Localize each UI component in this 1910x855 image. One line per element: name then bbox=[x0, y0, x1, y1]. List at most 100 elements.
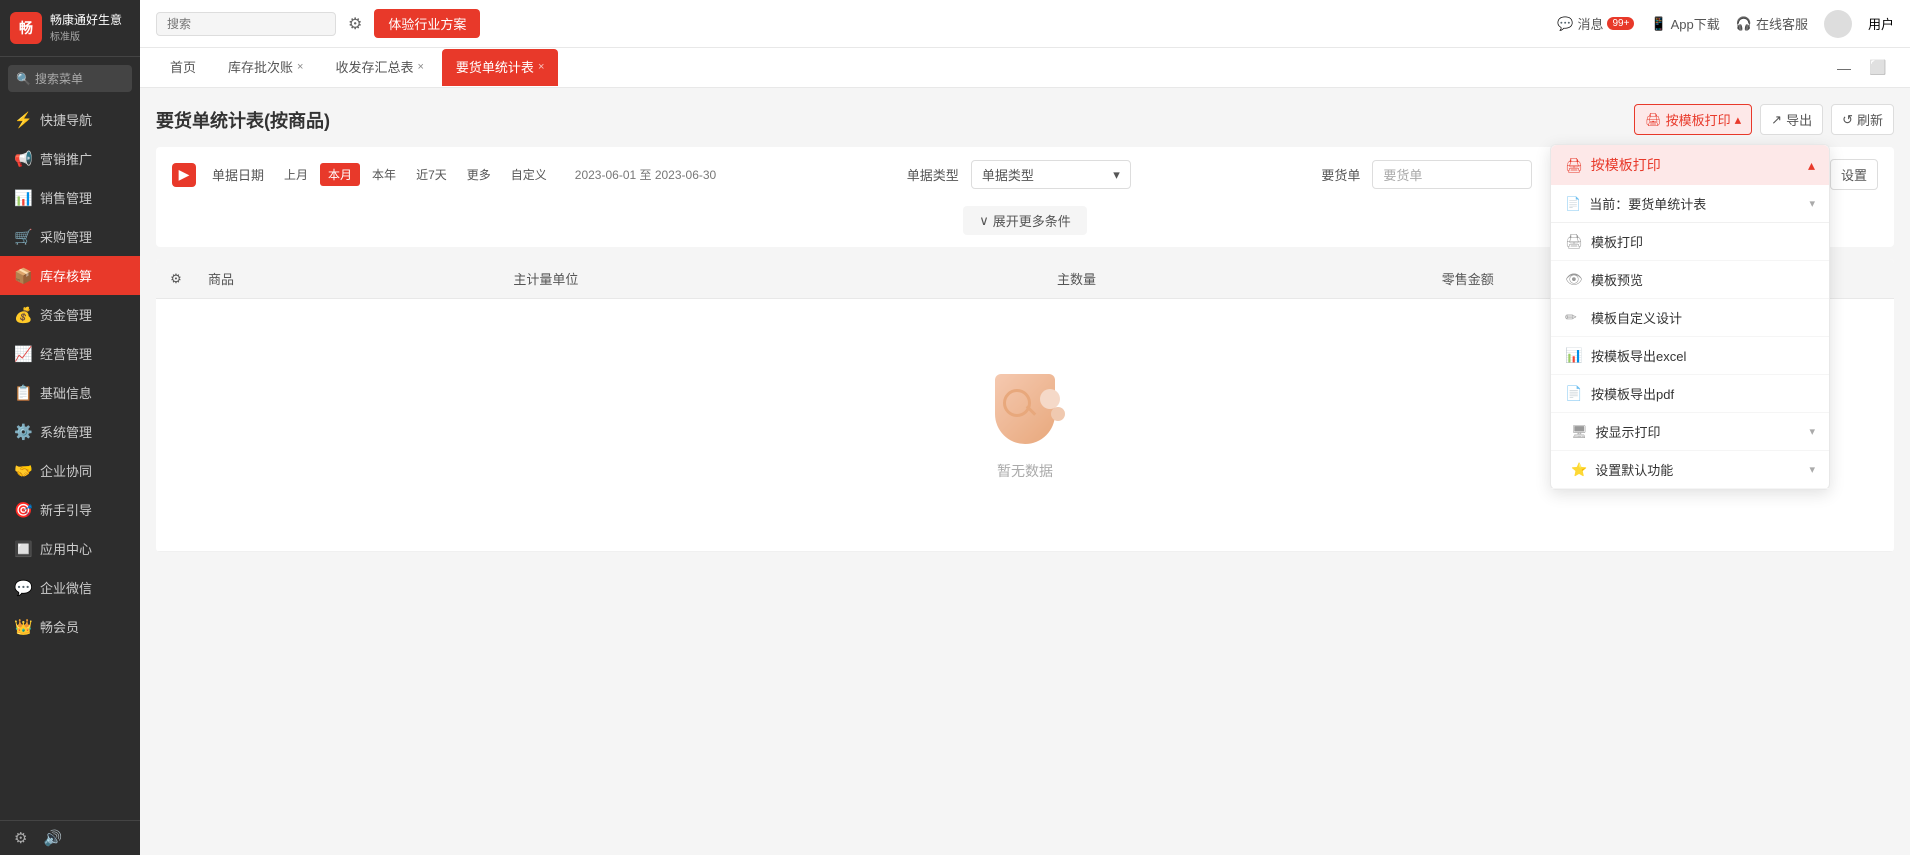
set-default-item[interactable]: ⭐ 设置默认功能 ▾ bbox=[1551, 451, 1829, 489]
table-settings-icon[interactable]: ⚙ bbox=[170, 271, 182, 286]
window-minimize-button[interactable]: — bbox=[1828, 52, 1860, 84]
table-col-unit: 主计量单位 bbox=[501, 259, 1045, 299]
page-actions: 🖨 按模板打印 ▴ ↗ 导出 ↺ 刷新 bbox=[1634, 104, 1894, 135]
tabbar: 首页 库存批次账 × 收发存汇总表 × 要货单统计表 × — ⬜ bbox=[140, 48, 1910, 88]
refresh-button[interactable]: ↺ 刷新 bbox=[1831, 104, 1894, 135]
date-range-display: 2023-06-01 至 2023-06-30 bbox=[575, 166, 716, 183]
tab-home[interactable]: 首页 bbox=[156, 49, 210, 86]
username-label: 用户 bbox=[1868, 14, 1894, 33]
marketing-icon: 📢 bbox=[14, 150, 32, 168]
date-tab-custom[interactable]: 自定义 bbox=[503, 163, 555, 186]
expand-more-label: 展开更多条件 bbox=[993, 211, 1071, 230]
app-logo-icon: 畅 bbox=[10, 12, 42, 44]
sidebar-bottom: ⚙ 🔊 bbox=[0, 820, 140, 855]
dropdown-header[interactable]: 🖨 按模板打印 ▴ bbox=[1551, 145, 1829, 185]
dropdown-printer-icon: 🖨 bbox=[1565, 157, 1583, 174]
sidebar-item-label: 企业协同 bbox=[40, 461, 92, 480]
display-print-label: 按显示打印 bbox=[1596, 422, 1661, 441]
online-service-button[interactable]: 🎧 在线客服 bbox=[1736, 14, 1808, 33]
tab-order-stats-close[interactable]: × bbox=[538, 61, 544, 73]
apps-icon: 🔲 bbox=[14, 540, 32, 558]
current-template-item[interactable]: 📄 当前：要货单统计表 ▾ bbox=[1551, 185, 1829, 223]
topbar-search-input[interactable] bbox=[156, 12, 336, 36]
sidebar-item-guide[interactable]: 🎯 新手引导 bbox=[0, 490, 140, 529]
filter-expand-icon[interactable]: ▶ bbox=[172, 163, 196, 187]
type-select[interactable]: 单据类型 ▾ bbox=[971, 160, 1131, 189]
guide-icon: 🎯 bbox=[14, 501, 32, 519]
date-tab-this-year[interactable]: 本年 bbox=[364, 163, 404, 186]
goods-input[interactable]: 要货单 bbox=[1372, 160, 1532, 189]
tab-order-stats[interactable]: 要货单统计表 × bbox=[442, 49, 558, 86]
tab-inventory-batch[interactable]: 库存批次账 × bbox=[214, 49, 317, 86]
search-label: 搜索菜单 bbox=[35, 70, 83, 87]
messages-button[interactable]: 💬 消息 99+ bbox=[1557, 14, 1634, 33]
wechat-icon: 💬 bbox=[14, 579, 32, 597]
set-default-label: 设置默认功能 bbox=[1595, 460, 1673, 479]
current-template-label: 当前：要货单统计表 bbox=[1589, 194, 1706, 213]
template-preview-icon: 👁 bbox=[1565, 271, 1581, 288]
date-tab-7days[interactable]: 近7天 bbox=[408, 163, 455, 186]
page-title: 要货单统计表(按商品) bbox=[156, 107, 330, 133]
messages-label: 消息 bbox=[1577, 14, 1603, 33]
template-export-pdf-label: 按模板导出pdf bbox=[1591, 384, 1674, 403]
audio-icon[interactable]: 🔊 bbox=[43, 829, 62, 847]
inventory-icon: 📦 bbox=[14, 267, 32, 285]
sidebar-item-purchase[interactable]: 🛒 采购管理 bbox=[0, 217, 140, 256]
sidebar-item-label: 经营管理 bbox=[40, 344, 92, 363]
online-service-label: 在线客服 bbox=[1756, 14, 1808, 33]
sidebar-search[interactable]: 🔍 搜索菜单 bbox=[8, 65, 132, 92]
topbar-gear-icon[interactable]: ⚙ bbox=[348, 14, 362, 34]
sidebar-item-apps[interactable]: 🔲 应用中心 bbox=[0, 529, 140, 568]
type-label: 单据类型 bbox=[907, 165, 959, 184]
sidebar-item-system[interactable]: ⚙️ 系统管理 bbox=[0, 412, 140, 451]
export-label: 导出 bbox=[1786, 110, 1812, 129]
date-tab-more[interactable]: 更多 bbox=[459, 163, 499, 186]
expand-more-button[interactable]: ∨ 展开更多条件 bbox=[963, 206, 1087, 235]
sidebar-item-inventory[interactable]: 📦 库存核算 bbox=[0, 256, 140, 295]
sidebar-item-quick-nav[interactable]: ⚡ 快捷导航 bbox=[0, 100, 140, 139]
system-icon: ⚙️ bbox=[14, 423, 32, 441]
sidebar-item-label: 库存核算 bbox=[40, 266, 92, 285]
sidebar-item-wechat[interactable]: 💬 企业微信 bbox=[0, 568, 140, 607]
date-tab-last-month[interactable]: 上月 bbox=[276, 163, 316, 186]
sidebar-item-marketing[interactable]: 📢 营销推广 bbox=[0, 139, 140, 178]
app-name: 畅康通好生意 bbox=[50, 13, 122, 29]
type-placeholder: 单据类型 bbox=[982, 165, 1034, 184]
tab-inventory-batch-close[interactable]: × bbox=[297, 61, 303, 73]
template-icon: 📄 bbox=[1565, 196, 1581, 212]
sidebar-item-member[interactable]: 👑 畅会员 bbox=[0, 607, 140, 646]
template-export-excel-item[interactable]: 📊 按模板导出excel bbox=[1551, 337, 1829, 375]
message-icon: 💬 bbox=[1557, 16, 1573, 32]
print-template-button[interactable]: 🖨 按模板打印 ▴ bbox=[1634, 104, 1752, 135]
export-button[interactable]: ↗ 导出 bbox=[1760, 104, 1823, 135]
sidebar-item-label: 资金管理 bbox=[40, 305, 92, 324]
settings-button[interactable]: 设置 bbox=[1830, 159, 1878, 190]
app-download-button[interactable]: 📱 App下载 bbox=[1650, 14, 1719, 33]
table-col-goods: 商品 bbox=[196, 259, 501, 299]
sidebar-item-sales[interactable]: 📊 销售管理 bbox=[0, 178, 140, 217]
messages-badge: 99+ bbox=[1607, 17, 1634, 30]
topbar: ⚙ 体验行业方案 💬 消息 99+ 📱 App下载 🎧 在线客服 用户 bbox=[140, 0, 1910, 48]
window-maximize-button[interactable]: ⬜ bbox=[1862, 52, 1894, 84]
template-export-pdf-item[interactable]: 📄 按模板导出pdf bbox=[1551, 375, 1829, 413]
dropdown-close-chevron[interactable]: ▴ bbox=[1808, 157, 1815, 174]
display-print-item[interactable]: 🖥 按显示打印 ▾ bbox=[1551, 413, 1829, 451]
tab-receivable-close[interactable]: × bbox=[417, 61, 423, 73]
trial-button[interactable]: 体验行业方案 bbox=[374, 9, 480, 38]
date-tab-this-month[interactable]: 本月 bbox=[320, 163, 360, 186]
goods-placeholder: 要货单 bbox=[1383, 165, 1422, 184]
tab-receivable-summary[interactable]: 收发存汇总表 × bbox=[321, 49, 437, 86]
settings-bottom-icon[interactable]: ⚙ bbox=[14, 829, 27, 847]
sidebar-item-finance[interactable]: 💰 资金管理 bbox=[0, 295, 140, 334]
sales-icon: 📊 bbox=[14, 189, 32, 207]
template-preview-item[interactable]: 👁 模板预览 bbox=[1551, 261, 1829, 299]
dropdown-title: 按模板打印 bbox=[1591, 155, 1661, 175]
sidebar-item-basic[interactable]: 📋 基础信息 bbox=[0, 373, 140, 412]
print-label: 按模板打印 bbox=[1666, 110, 1731, 129]
sidebar-item-operations[interactable]: 📈 经营管理 bbox=[0, 334, 140, 373]
user-avatar[interactable] bbox=[1824, 10, 1852, 38]
template-design-item[interactable]: ✏ 模板自定义设计 bbox=[1551, 299, 1829, 337]
template-print-item[interactable]: 🖨 模板打印 bbox=[1551, 223, 1829, 261]
sidebar-navigation: ⚡ 快捷导航 📢 营销推广 📊 销售管理 🛒 采购管理 📦 库存核算 💰 资金管… bbox=[0, 100, 140, 820]
sidebar-item-collaboration[interactable]: 🤝 企业协同 bbox=[0, 451, 140, 490]
